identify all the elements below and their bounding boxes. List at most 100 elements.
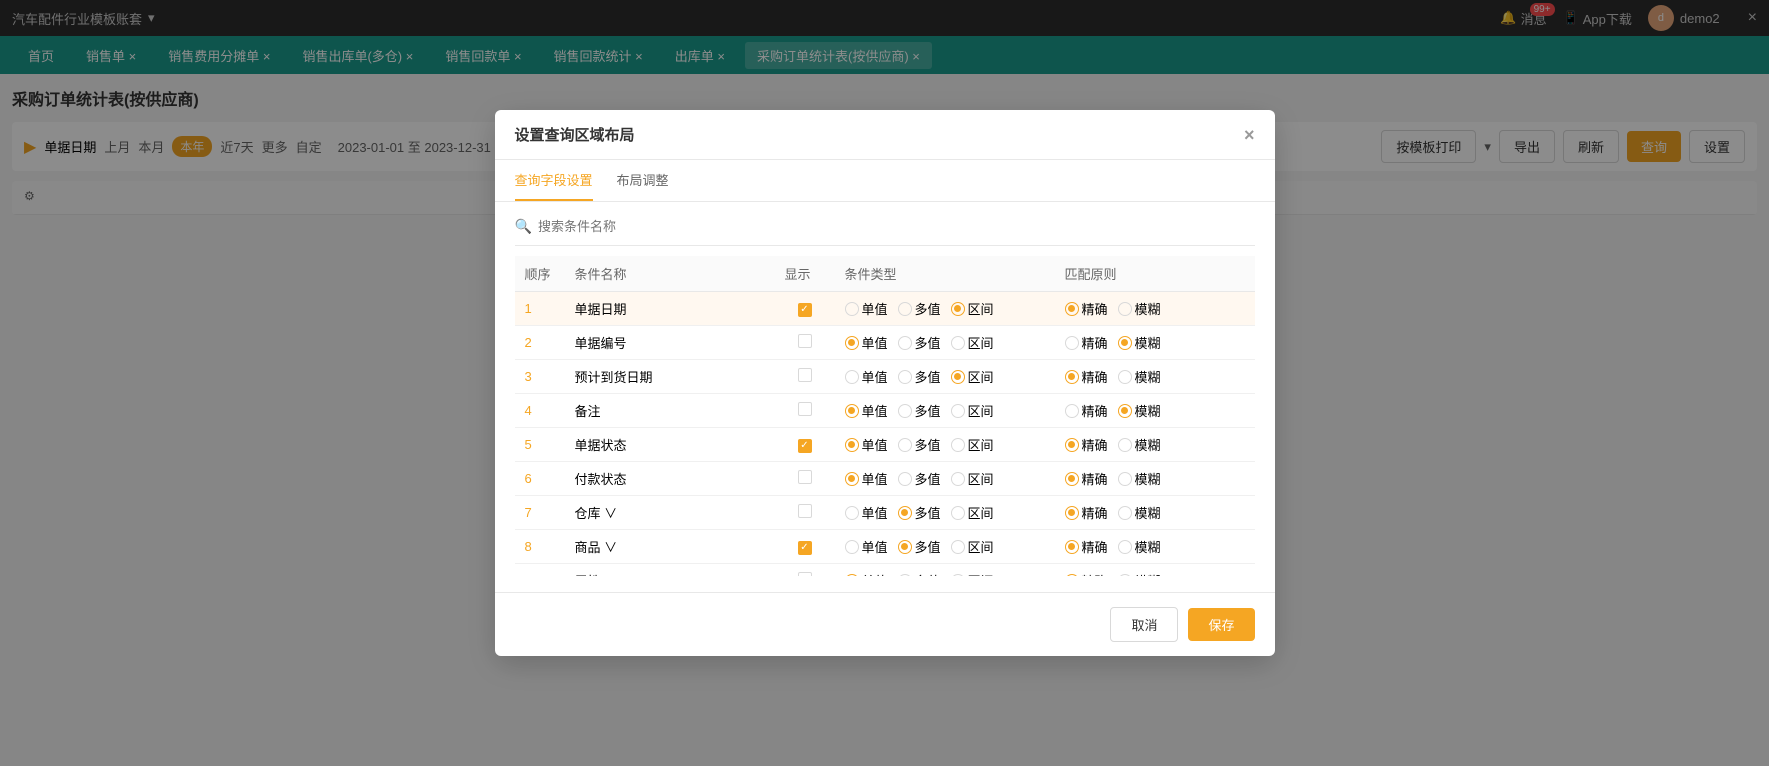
radio-circle [1065, 370, 1079, 384]
type-radio-多值[interactable]: 多值 [898, 469, 941, 488]
modal-close-button[interactable]: × [1244, 126, 1255, 144]
radio-circle [951, 302, 965, 316]
match-radio-模糊[interactable]: 模糊 [1118, 571, 1161, 576]
modal-tabs: 查询字段设置 布局调整 [495, 160, 1275, 202]
cell-show[interactable] [775, 360, 835, 394]
type-radio-单值[interactable]: 单值 [845, 299, 888, 318]
match-radio-模糊[interactable]: 模糊 [1118, 435, 1161, 454]
cell-type: 单值多值区间 [835, 326, 1055, 360]
cancel-button[interactable]: 取消 [1110, 607, 1178, 642]
cell-show[interactable] [775, 530, 835, 564]
radio-circle [898, 302, 912, 316]
match-radio-精确[interactable]: 精确 [1065, 503, 1108, 522]
cell-match: 精确模糊 [1055, 530, 1255, 564]
match-radio-精确[interactable]: 精确 [1065, 333, 1108, 352]
match-radio-模糊[interactable]: 模糊 [1118, 537, 1161, 556]
cell-show[interactable] [775, 496, 835, 530]
cell-name: 商品 ∨ [565, 530, 775, 564]
type-radio-多值[interactable]: 多值 [898, 571, 941, 576]
match-radio-精确[interactable]: 精确 [1065, 367, 1108, 386]
match-radio-精确[interactable]: 精确 [1065, 299, 1108, 318]
type-radio-单值[interactable]: 单值 [845, 333, 888, 352]
match-radio-模糊[interactable]: 模糊 [1118, 299, 1161, 318]
show-checkbox[interactable] [798, 541, 812, 555]
type-radio-多值[interactable]: 多值 [898, 401, 941, 420]
th-type: 条件类型 [835, 256, 1055, 292]
radio-circle [898, 574, 912, 577]
modal-header: 设置查询区域布局 × [495, 110, 1275, 160]
type-radio-区间[interactable]: 区间 [951, 571, 994, 576]
cell-show[interactable] [775, 428, 835, 462]
type-radio-区间[interactable]: 区间 [951, 537, 994, 556]
radio-circle [1065, 506, 1079, 520]
radio-circle [1065, 302, 1079, 316]
cell-name: 单据状态 [565, 428, 775, 462]
type-radio-单值[interactable]: 单值 [845, 469, 888, 488]
match-radio-模糊[interactable]: 模糊 [1118, 367, 1161, 386]
type-radio-多值[interactable]: 多值 [898, 299, 941, 318]
modal-body: 🔍 顺序 条件名称 显示 条件类型 匹配原则 [495, 202, 1275, 592]
cell-show[interactable] [775, 462, 835, 496]
type-radio-区间[interactable]: 区间 [951, 401, 994, 420]
match-radio-模糊[interactable]: 模糊 [1118, 401, 1161, 420]
modal-overlay: 设置查询区域布局 × 查询字段设置 布局调整 🔍 顺序 条件名称 [0, 0, 1769, 766]
radio-circle [951, 336, 965, 350]
match-radio-精确[interactable]: 精确 [1065, 571, 1108, 576]
save-button[interactable]: 保存 [1188, 608, 1254, 641]
match-radio-精确[interactable]: 精确 [1065, 537, 1108, 556]
show-checkbox[interactable] [798, 439, 812, 453]
match-radio-精确[interactable]: 精确 [1065, 469, 1108, 488]
show-checkbox[interactable] [798, 470, 812, 484]
type-radio-区间[interactable]: 区间 [951, 469, 994, 488]
cell-show[interactable] [775, 326, 835, 360]
type-radio-多值[interactable]: 多值 [898, 333, 941, 352]
type-radio-单值[interactable]: 单值 [845, 503, 888, 522]
match-radio-精确[interactable]: 精确 [1065, 401, 1108, 420]
type-radio-单值[interactable]: 单值 [845, 401, 888, 420]
cell-show[interactable] [775, 564, 835, 577]
show-checkbox[interactable] [798, 504, 812, 518]
cell-match: 精确模糊 [1055, 292, 1255, 326]
show-checkbox[interactable] [798, 402, 812, 416]
type-radio-区间[interactable]: 区间 [951, 367, 994, 386]
type-radio-区间[interactable]: 区间 [951, 503, 994, 522]
type-radio-单值[interactable]: 单值 [845, 435, 888, 454]
radio-circle [951, 472, 965, 486]
search-input[interactable] [538, 219, 738, 234]
match-radio-模糊[interactable]: 模糊 [1118, 469, 1161, 488]
show-checkbox[interactable] [798, 303, 812, 317]
type-radio-区间[interactable]: 区间 [951, 333, 994, 352]
type-radio-多值[interactable]: 多值 [898, 435, 941, 454]
cell-show[interactable] [775, 292, 835, 326]
show-checkbox[interactable] [798, 368, 812, 382]
match-radio-精确[interactable]: 精确 [1065, 435, 1108, 454]
type-radio-多值[interactable]: 多值 [898, 503, 941, 522]
radio-circle [1118, 506, 1132, 520]
cell-type: 单值 多值 区间 [835, 564, 1055, 577]
match-radio-模糊[interactable]: 模糊 [1118, 503, 1161, 522]
type-radio-区间[interactable]: 区间 [951, 299, 994, 318]
match-radio-模糊[interactable]: 模糊 [1118, 333, 1161, 352]
table-row: 3预计到货日期 单值多值区间 精确模糊 [515, 360, 1255, 394]
cell-name: 预计到货日期 [565, 360, 775, 394]
radio-circle [845, 574, 859, 577]
radio-circle [898, 472, 912, 486]
type-radio-单值[interactable]: 单值 [845, 571, 888, 576]
cell-match: 精确模糊 [1055, 326, 1255, 360]
cell-order: 5 [515, 428, 565, 462]
show-checkbox[interactable] [798, 572, 812, 576]
type-radio-单值[interactable]: 单值 [845, 367, 888, 386]
type-radio-区间[interactable]: 区间 [951, 435, 994, 454]
modal-tab-query-fields[interactable]: 查询字段设置 [515, 160, 593, 201]
type-radio-单值[interactable]: 单值 [845, 537, 888, 556]
radio-circle [951, 540, 965, 554]
show-checkbox[interactable] [798, 334, 812, 348]
table-row: 4备注单值多值区间精确模糊 [515, 394, 1255, 428]
cell-show[interactable] [775, 394, 835, 428]
cell-order: 3 [515, 360, 565, 394]
modal-tab-layout[interactable]: 布局调整 [617, 160, 669, 201]
type-radio-多值[interactable]: 多值 [898, 367, 941, 386]
type-radio-多值[interactable]: 多值 [898, 537, 941, 556]
radio-circle [1065, 540, 1079, 554]
modal-table-scroll: 顺序 条件名称 显示 条件类型 匹配原则 1单据日期单值多值区间精确模糊2单据编… [515, 256, 1255, 576]
